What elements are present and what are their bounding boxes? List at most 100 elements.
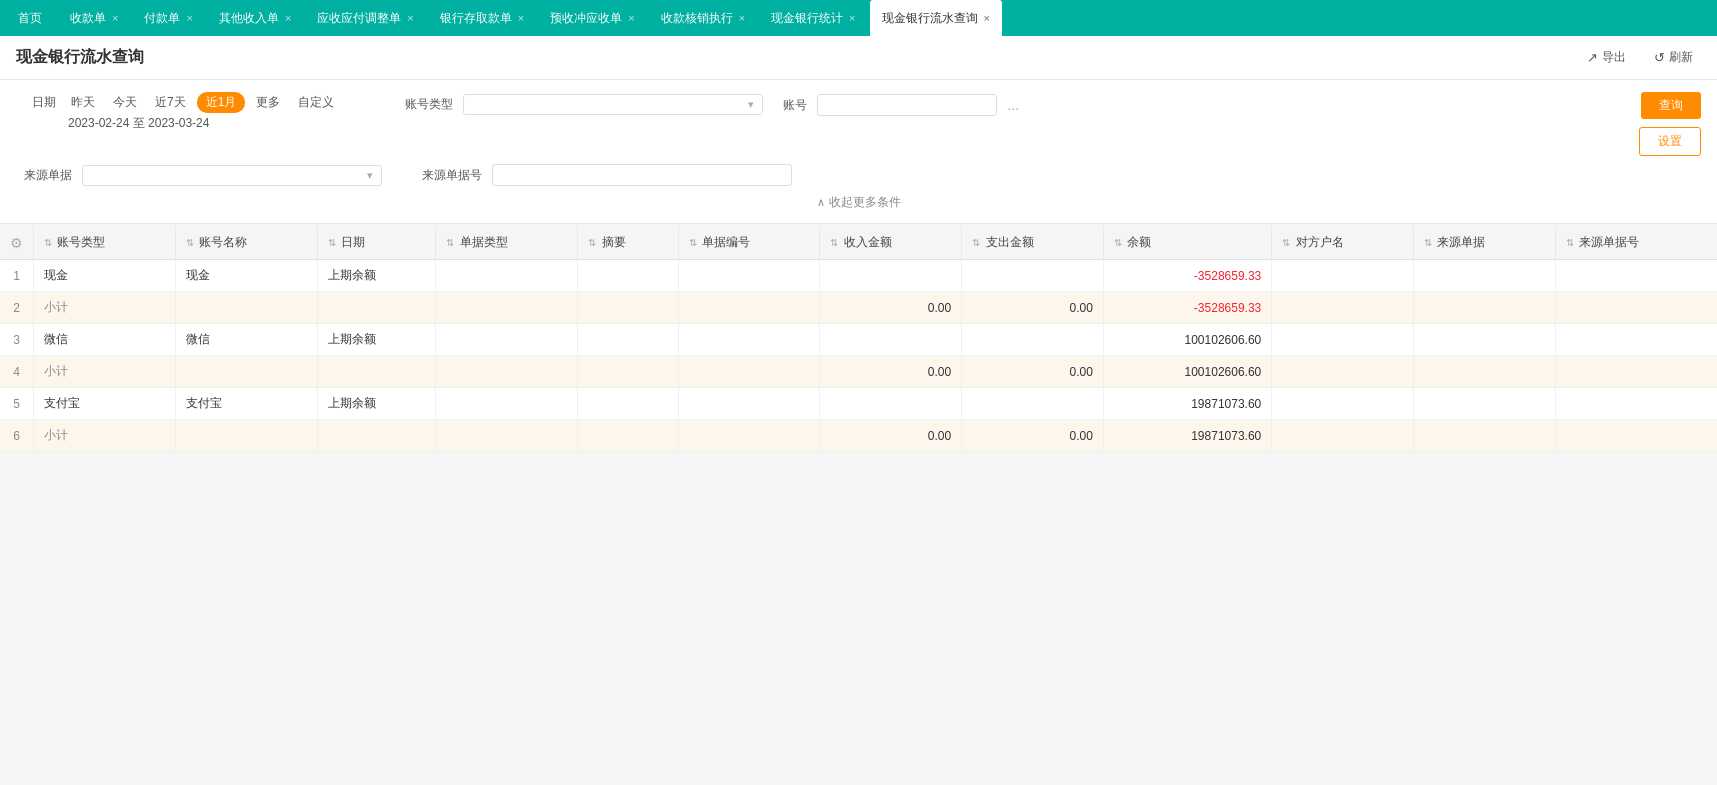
account-dots-button[interactable]: ... xyxy=(1007,97,1019,113)
cell-source-doc-no xyxy=(1555,260,1717,292)
close-icon[interactable]: × xyxy=(407,12,413,24)
cell-doc-no xyxy=(678,420,820,452)
table-container: ⚙ ⇅ 账号类型 ⇅ 账号名称 ⇅ 日期 ⇅ 单据类型 xyxy=(0,226,1717,452)
cell-account-type: 小计 xyxy=(34,420,176,452)
sort-icon: ⇅ xyxy=(972,237,980,248)
col-balance[interactable]: ⇅ 余额 xyxy=(1103,226,1271,260)
nav-tab-shoukuandan[interactable]: 收款单 × xyxy=(58,0,130,36)
cell-income xyxy=(820,324,962,356)
action-buttons: 查询 设置 xyxy=(1639,92,1701,156)
page-header: 现金银行流水查询 ↗ 导出 ↺ 刷新 xyxy=(0,36,1717,80)
cell-source-doc-no xyxy=(1555,356,1717,388)
cell-income xyxy=(820,388,962,420)
refresh-icon: ↺ xyxy=(1654,50,1665,65)
col-settings[interactable]: ⚙ xyxy=(0,226,34,260)
cell-expense: 0.00 xyxy=(962,292,1104,324)
cell-source-doc xyxy=(1414,356,1556,388)
date-opt-today[interactable]: 今天 xyxy=(106,92,144,113)
source-doc-select[interactable]: ▾ xyxy=(82,165,382,186)
table-row: 6 小计 0.00 0.00 19871073.60 xyxy=(0,420,1717,452)
row-number: 5 xyxy=(0,388,34,420)
col-account-type[interactable]: ⇅ 账号类型 xyxy=(34,226,176,260)
cell-source-doc xyxy=(1414,420,1556,452)
close-icon[interactable]: × xyxy=(285,12,291,24)
header-actions: ↗ 导出 ↺ 刷新 xyxy=(1579,45,1701,70)
nav-tab-fukuandan[interactable]: 付款单 × xyxy=(132,0,204,36)
cell-doc-no xyxy=(678,356,820,388)
col-income[interactable]: ⇅ 收入金额 xyxy=(820,226,962,260)
nav-tab-shoukuanhexiao[interactable]: 收款核销执行 × xyxy=(649,0,757,36)
date-filter-label: 日期 xyxy=(16,94,56,111)
account-input[interactable] xyxy=(817,94,997,116)
close-icon[interactable]: × xyxy=(186,12,192,24)
query-button[interactable]: 查询 xyxy=(1641,92,1701,119)
date-opt-yesterday[interactable]: 昨天 xyxy=(64,92,102,113)
close-icon[interactable]: × xyxy=(984,12,990,24)
col-account-name[interactable]: ⇅ 账号名称 xyxy=(175,226,317,260)
nav-tab-yushou[interactable]: 预收冲应收单 × xyxy=(538,0,646,36)
table-row: 1 现金 现金 上期余额 -3528659.33 xyxy=(0,260,1717,292)
date-opt-1month[interactable]: 近1月 xyxy=(197,92,246,113)
cell-account-name xyxy=(175,292,317,324)
cell-account-type: 微信 xyxy=(34,324,176,356)
cell-source-doc-no xyxy=(1555,420,1717,452)
collapse-icon: ∧ xyxy=(817,196,825,209)
date-opt-7days[interactable]: 近7天 xyxy=(148,92,193,113)
collapse-filter-button[interactable]: ∧ 收起更多条件 xyxy=(16,190,1701,215)
cell-balance: -3528659.33 xyxy=(1103,292,1271,324)
refresh-button[interactable]: ↺ 刷新 xyxy=(1646,45,1701,70)
sort-icon: ⇅ xyxy=(1282,237,1290,248)
cell-account-name xyxy=(175,356,317,388)
col-source-doc-no[interactable]: ⇅ 来源单据号 xyxy=(1555,226,1717,260)
close-icon[interactable]: × xyxy=(849,12,855,24)
export-button[interactable]: ↗ 导出 xyxy=(1579,45,1634,70)
nav-home[interactable]: 首页 xyxy=(4,10,56,27)
cell-expense: 0.00 xyxy=(962,420,1104,452)
cell-doc-type xyxy=(436,260,578,292)
cell-source-doc xyxy=(1414,388,1556,420)
settings-button[interactable]: 设置 xyxy=(1639,127,1701,156)
col-expense[interactable]: ⇅ 支出金额 xyxy=(962,226,1104,260)
nav-tab-qitashouru[interactable]: 其他收入单 × xyxy=(207,0,303,36)
sort-icon: ⇅ xyxy=(446,237,454,248)
close-icon[interactable]: × xyxy=(112,12,118,24)
cell-income xyxy=(820,260,962,292)
cell-date xyxy=(317,356,436,388)
chevron-down-icon: ▾ xyxy=(748,98,754,111)
cell-counterpart xyxy=(1272,260,1414,292)
col-date[interactable]: ⇅ 日期 xyxy=(317,226,436,260)
cell-date xyxy=(317,292,436,324)
nav-tab-yingshoutiaozheng[interactable]: 应收应付调整单 × xyxy=(305,0,425,36)
sort-icon: ⇅ xyxy=(328,237,336,248)
sort-icon: ⇅ xyxy=(186,237,194,248)
sort-icon: ⇅ xyxy=(1566,237,1574,248)
source-doc-num-input[interactable] xyxy=(492,164,792,186)
sort-icon: ⇅ xyxy=(588,237,596,248)
account-type-select[interactable]: ▾ xyxy=(463,94,763,115)
data-table: ⚙ ⇅ 账号类型 ⇅ 账号名称 ⇅ 日期 ⇅ 单据类型 xyxy=(0,226,1717,452)
cell-account-type: 小计 xyxy=(34,356,176,388)
date-opt-custom[interactable]: 自定义 xyxy=(291,92,341,113)
cell-counterpart xyxy=(1272,324,1414,356)
top-navigation: 首页 收款单 × 付款单 × 其他收入单 × 应收应付调整单 × 银行存取款单 … xyxy=(0,0,1717,36)
col-doc-no[interactable]: ⇅ 单据编号 xyxy=(678,226,820,260)
nav-tab-yinhangcunqu[interactable]: 银行存取款单 × xyxy=(428,0,536,36)
date-opt-more[interactable]: 更多 xyxy=(249,92,287,113)
close-icon[interactable]: × xyxy=(628,12,634,24)
date-options: 昨天 今天 近7天 近1月 更多 自定义 xyxy=(64,92,341,113)
close-icon[interactable]: × xyxy=(739,12,745,24)
nav-tab-xianjinyinhang-tongji[interactable]: 现金银行统计 × xyxy=(759,0,867,36)
col-doc-type[interactable]: ⇅ 单据类型 xyxy=(436,226,578,260)
cell-source-doc xyxy=(1414,260,1556,292)
close-icon[interactable]: × xyxy=(518,12,524,24)
cell-source-doc xyxy=(1414,292,1556,324)
cell-summary xyxy=(578,260,678,292)
col-summary[interactable]: ⇅ 摘要 xyxy=(578,226,678,260)
cell-account-type: 支付宝 xyxy=(34,388,176,420)
cell-doc-type xyxy=(436,292,578,324)
gear-icon[interactable]: ⚙ xyxy=(10,235,23,251)
sort-icon: ⇅ xyxy=(830,237,838,248)
col-source-doc[interactable]: ⇅ 来源单据 xyxy=(1414,226,1556,260)
col-counterpart[interactable]: ⇅ 对方户名 xyxy=(1272,226,1414,260)
nav-tab-xianjinyinhang-liushui[interactable]: 现金银行流水查询 × xyxy=(870,0,1002,36)
